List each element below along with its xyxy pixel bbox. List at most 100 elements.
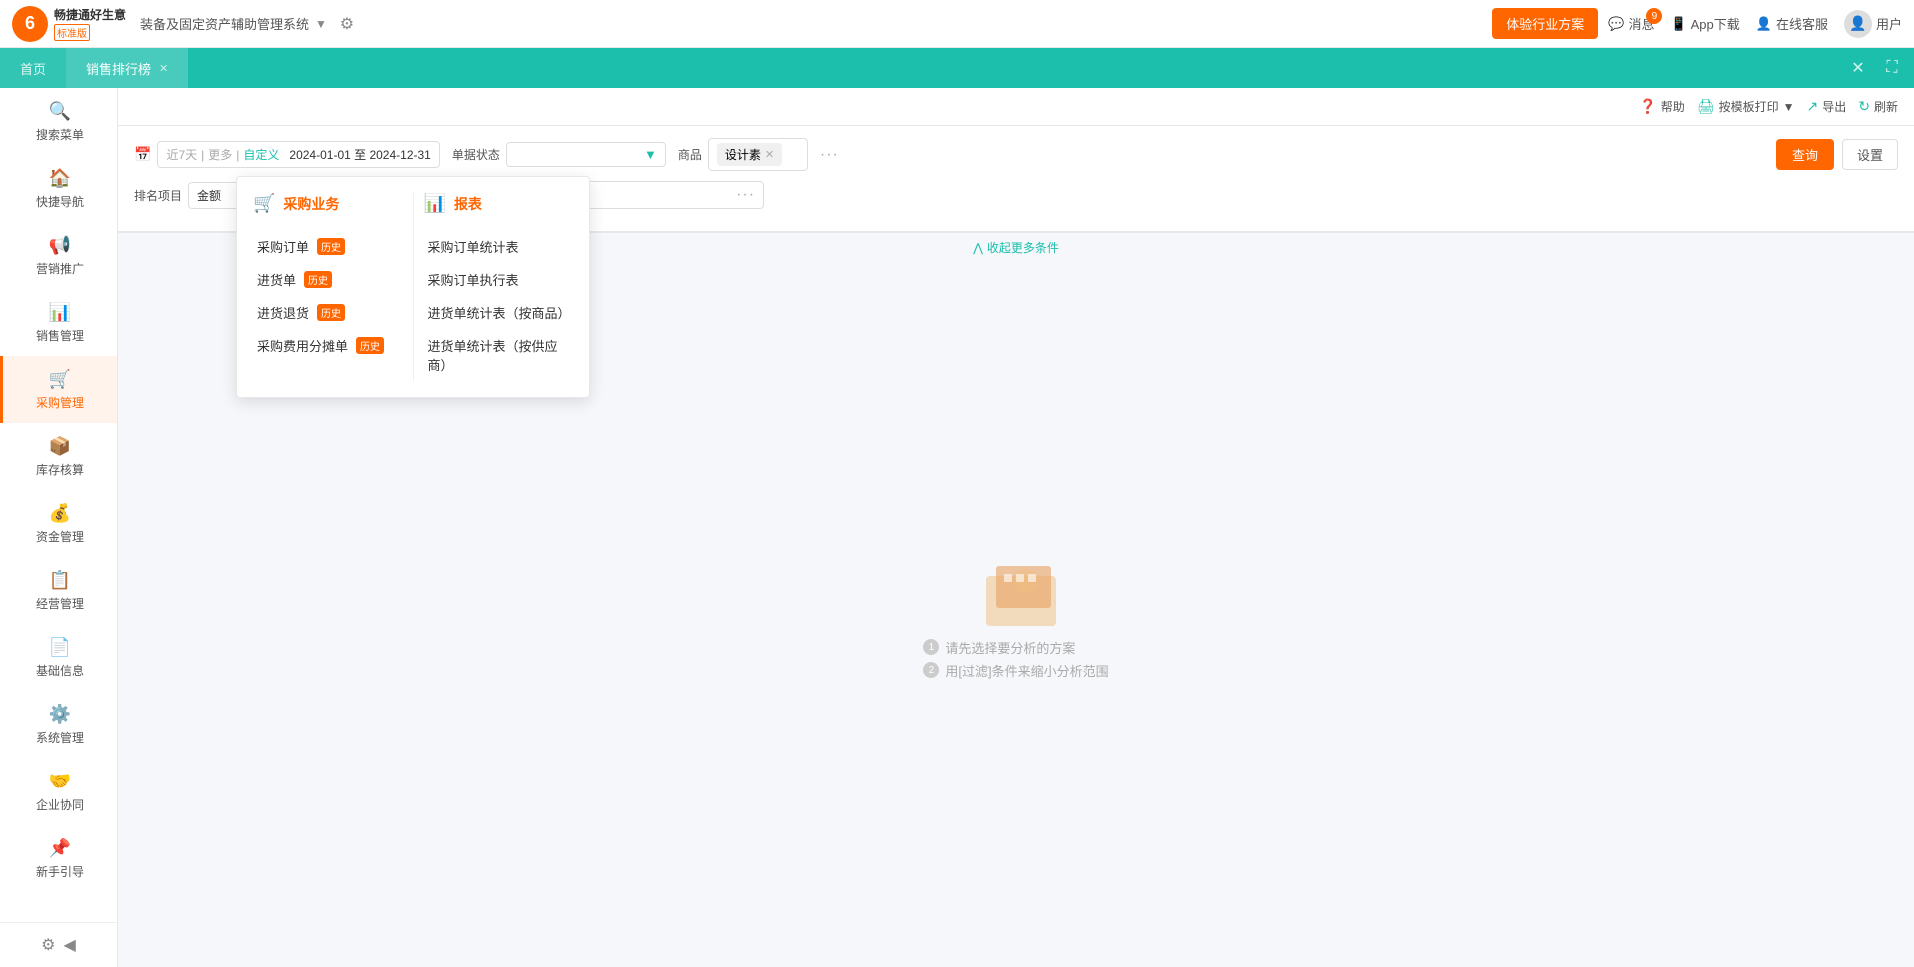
sidebar-item-finance[interactable]: 💰 资金管理 xyxy=(0,490,117,557)
user-avatar: 👤 xyxy=(1844,10,1872,38)
tab-bar: 首页 销售排行榜 ✕ ✕ ⛶ xyxy=(0,48,1914,88)
history-badge-2: 历史 xyxy=(317,304,345,321)
sales-icon: 📊 xyxy=(49,301,71,323)
tab-bar-right: ✕ ⛶ xyxy=(1844,54,1914,82)
help-btn[interactable]: ❓ 帮助 xyxy=(1639,98,1684,115)
search-icon: 🔍 xyxy=(49,100,71,122)
home-icon: 🏠 xyxy=(49,167,71,189)
service-icon: 👤 xyxy=(1756,16,1772,32)
action-buttons: 查询 设置 xyxy=(1776,139,1898,170)
marketing-icon: 📢 xyxy=(49,234,71,256)
refresh-icon: ↻ xyxy=(1858,98,1870,115)
bill-status-select[interactable]: ▼ xyxy=(506,142,666,167)
message-badge: 9 xyxy=(1646,8,1662,24)
inventory-icon: 📦 xyxy=(49,435,71,457)
menu-item-return[interactable]: 进货退货 历史 xyxy=(253,296,403,329)
menu-item-order-exec[interactable]: 采购订单执行表 xyxy=(424,263,574,296)
menu-item-purchase-order[interactable]: 采购订单 历史 xyxy=(253,230,403,263)
user-btn[interactable]: 👤 用户 xyxy=(1844,10,1902,38)
help-icon: ❓ xyxy=(1639,98,1656,115)
sidebar-item-enterprise[interactable]: 🤝 企业协同 xyxy=(0,758,117,825)
query-btn[interactable]: 查询 xyxy=(1776,139,1834,170)
goods-more-btn[interactable]: ··· xyxy=(820,146,839,164)
tab-close-btn[interactable]: ✕ xyxy=(159,62,168,75)
sidebar-item-inventory[interactable]: 📦 库存核算 xyxy=(0,423,117,490)
sidebar-settings-btn[interactable]: ⚙ xyxy=(41,935,55,955)
finance-icon: 💰 xyxy=(49,502,71,524)
report-col-icon: 📊 xyxy=(424,193,446,214)
app-download-btn[interactable]: 📱 App下载 xyxy=(1670,14,1739,33)
bill-status-dropdown-icon: ▼ xyxy=(644,147,657,162)
collapse-up-icon: ⋀ xyxy=(973,241,983,255)
print-btn[interactable]: 🖨 按模板打印 ▼ xyxy=(1697,98,1795,115)
system-name: 装备及固定资产辅助管理系统 ▼ ⚙ xyxy=(140,10,1482,38)
purchase-icon: 🛒 xyxy=(49,368,71,390)
col-divider xyxy=(413,193,414,381)
tab-expand-btn[interactable]: ⛶ xyxy=(1878,54,1906,82)
content-area: ❓ 帮助 🖨 按模板打印 ▼ ↗ 导出 ↻ 刷新 📅 xyxy=(118,88,1914,967)
operation-icon: 📋 xyxy=(49,569,71,591)
system-settings-btn[interactable]: ⚙ xyxy=(333,10,361,38)
export-btn[interactable]: ↗ 导出 xyxy=(1807,98,1847,115)
sidebar-item-search[interactable]: 🔍 搜索菜单 xyxy=(0,88,117,155)
purchase-col: 🛒 采购业务 采购订单 历史 进货单 历史 进货退货 历史 采购费用分摊单 xyxy=(253,193,403,381)
menu-item-receipt[interactable]: 进货单 历史 xyxy=(253,263,403,296)
purchase-col-icon: 🛒 xyxy=(253,193,275,214)
logo-icon: 6 xyxy=(12,6,48,42)
goods-tag: 设计素 ✕ xyxy=(717,143,782,166)
export-icon: ↗ xyxy=(1807,98,1819,115)
system-dropdown-btn[interactable]: ▼ xyxy=(315,17,327,31)
menu-item-receipt-stats-supplier[interactable]: 进货单统计表（按供应商） xyxy=(424,329,574,381)
date-input[interactable]: 近7天 | 更多 | 自定义 2024-01-01 至 2024-12-31 xyxy=(157,141,439,168)
online-service-btn[interactable]: 👤 在线客服 xyxy=(1756,14,1828,33)
sidebar-item-system[interactable]: ⚙️ 系统管理 xyxy=(0,691,117,758)
top-bar: 6 畅捷通好生意 标准版 装备及固定资产辅助管理系统 ▼ ⚙ 体验行业方案 💬 … xyxy=(0,0,1914,48)
sidebar-item-basic[interactable]: 📄 基础信息 xyxy=(0,624,117,691)
empty-text: 1 请先选择要分析的方案 2 用[过滤]条件来缩小分析范围 xyxy=(923,638,1108,684)
newbie-icon: 📌 xyxy=(49,837,71,859)
enterprise-icon: 🤝 xyxy=(49,770,71,792)
top-right: 💬 消息 9 📱 App下载 👤 在线客服 👤 用户 xyxy=(1608,10,1902,38)
logo-area: 6 畅捷通好生意 标准版 xyxy=(12,6,130,42)
tab-home[interactable]: 首页 xyxy=(0,48,66,88)
filter-settings-btn[interactable]: 设置 xyxy=(1842,139,1898,170)
menu-item-expense[interactable]: 采购费用分摊单 历史 xyxy=(253,329,403,362)
filter-row-1: 📅 近7天 | 更多 | 自定义 2024-01-01 至 2024-12-31… xyxy=(134,138,1898,171)
industry-btn[interactable]: 体验行业方案 xyxy=(1492,8,1598,39)
logo-tag: 标准版 xyxy=(54,23,126,41)
customer-input[interactable]: ··· xyxy=(564,181,764,209)
system-icon: ⚙️ xyxy=(49,703,71,725)
tab-sales-rank[interactable]: 销售排行榜 ✕ xyxy=(66,48,188,88)
basic-icon: 📄 xyxy=(49,636,71,658)
print-dropdown-icon: ▼ xyxy=(1783,100,1795,114)
goods-filter: 商品 设计素 ✕ xyxy=(678,138,808,171)
date-filter: 📅 近7天 | 更多 | 自定义 2024-01-01 至 2024-12-31 xyxy=(134,141,440,168)
content-toolbar: ❓ 帮助 🖨 按模板打印 ▼ ↗ 导出 ↻ 刷新 xyxy=(118,88,1914,126)
sidebar-item-nav[interactable]: 🏠 快捷导航 xyxy=(0,155,117,222)
customer-more-btn[interactable]: ··· xyxy=(736,186,755,204)
sidebar-collapse-btn[interactable]: ◀ xyxy=(64,935,76,955)
print-icon: 🖨 xyxy=(1697,98,1715,115)
calendar-icon: 📅 xyxy=(134,146,151,163)
phone-icon: 📱 xyxy=(1670,16,1686,32)
sidebar-item-purchase[interactable]: 🛒 采购管理 xyxy=(0,356,117,423)
menu-item-order-stats[interactable]: 采购订单统计表 xyxy=(424,230,574,263)
message-icon: 💬 xyxy=(1608,16,1624,32)
refresh-btn[interactable]: ↻ 刷新 xyxy=(1858,98,1898,115)
empty-illustration xyxy=(966,546,1066,626)
sidebar-item-operation[interactable]: 📋 经营管理 xyxy=(0,557,117,624)
sidebar-item-sales[interactable]: 📊 销售管理 xyxy=(0,289,117,356)
menu-item-receipt-stats-goods[interactable]: 进货单统计表（按商品） xyxy=(424,296,574,329)
tab-close-all-btn[interactable]: ✕ xyxy=(1844,54,1872,82)
sidebar-item-marketing[interactable]: 📢 营销推广 xyxy=(0,222,117,289)
purchase-col-title: 🛒 采购业务 xyxy=(253,193,403,220)
bill-status-filter: 单据状态 ▼ xyxy=(452,142,666,167)
sidebar: 🔍 搜索菜单 🏠 快捷导航 📢 营销推广 📊 销售管理 🛒 采购管理 📦 库存核… xyxy=(0,88,118,967)
goods-input[interactable]: 设计素 ✕ xyxy=(708,138,808,171)
sidebar-item-newbie[interactable]: 📌 新手引导 xyxy=(0,825,117,892)
goods-tag-close[interactable]: ✕ xyxy=(765,148,774,161)
main-layout: 🔍 搜索菜单 🏠 快捷导航 📢 营销推广 📊 销售管理 🛒 采购管理 📦 库存核… xyxy=(0,88,1914,967)
report-col-title: 📊 报表 xyxy=(424,193,574,220)
logo-text: 畅捷通好生意 标准版 xyxy=(54,6,126,41)
message-btn[interactable]: 💬 消息 9 xyxy=(1608,14,1654,33)
